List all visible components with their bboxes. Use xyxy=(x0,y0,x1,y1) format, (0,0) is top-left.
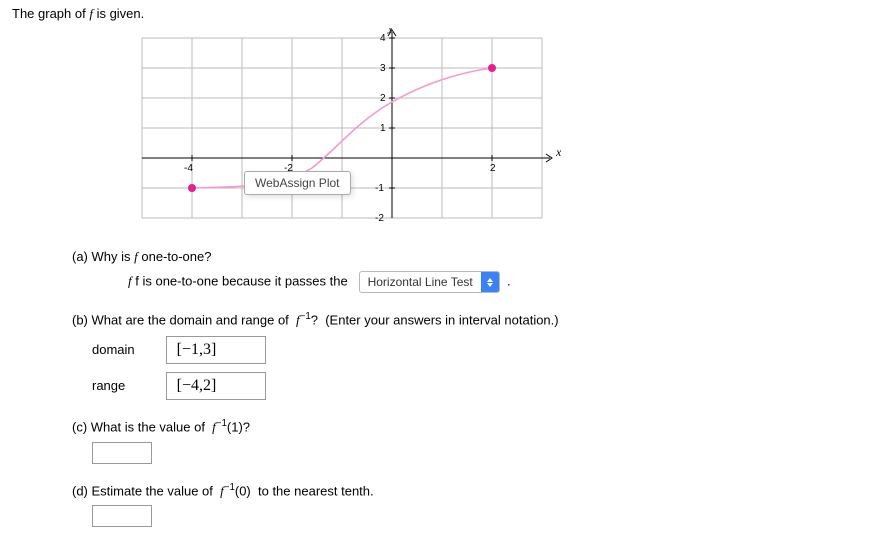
question-b-prompt: (b) What are the domain and range of f−1… xyxy=(72,311,829,328)
question-c-input[interactable] xyxy=(92,442,152,464)
question-a-statement: f f is one-to-one because it passes the … xyxy=(128,271,829,293)
x-axis-label: x xyxy=(555,145,562,159)
xtick-neg4: -4 xyxy=(184,163,193,174)
select-arrows-icon xyxy=(481,272,499,292)
endpoint-right xyxy=(488,64,496,72)
domain-input[interactable]: [−1,3] xyxy=(166,336,266,364)
endpoint-left xyxy=(188,184,196,192)
question-a-period: . xyxy=(507,273,511,288)
ytick-2: 2 xyxy=(380,93,386,104)
plot-tooltip: WebAssign Plot xyxy=(244,171,351,195)
ytick-neg1: -1 xyxy=(375,183,384,194)
one-to-one-select[interactable]: Horizontal Line Test xyxy=(359,271,500,293)
plot-area: -4 -2 2 -1 -2 1 2 3 4 x y WebAssign Plot xyxy=(122,28,869,231)
range-input[interactable]: [−4,2] xyxy=(166,372,266,400)
ytick-3: 3 xyxy=(380,63,386,74)
ytick-neg2: -2 xyxy=(375,213,384,224)
y-axis-label: y xyxy=(387,28,394,34)
xtick-2: 2 xyxy=(490,163,496,174)
domain-label: domain xyxy=(92,342,152,357)
ytick-4: 4 xyxy=(380,33,386,44)
question-a-prompt: (a) Why is f one-to-one? xyxy=(72,249,829,265)
problem-statement: The graph of f is given. xyxy=(12,6,869,22)
range-label: range xyxy=(92,378,152,393)
function-graph: -4 -2 2 -1 -2 1 2 3 4 x y xyxy=(122,28,562,228)
question-d-input[interactable] xyxy=(92,505,152,527)
question-c-prompt: (c) What is the value of f−1(1)? xyxy=(72,418,829,435)
question-d-prompt: (d) Estimate the value of f−1(0) to the … xyxy=(72,482,829,499)
ytick-1: 1 xyxy=(380,123,386,134)
one-to-one-select-value: Horizontal Line Test xyxy=(360,275,481,289)
